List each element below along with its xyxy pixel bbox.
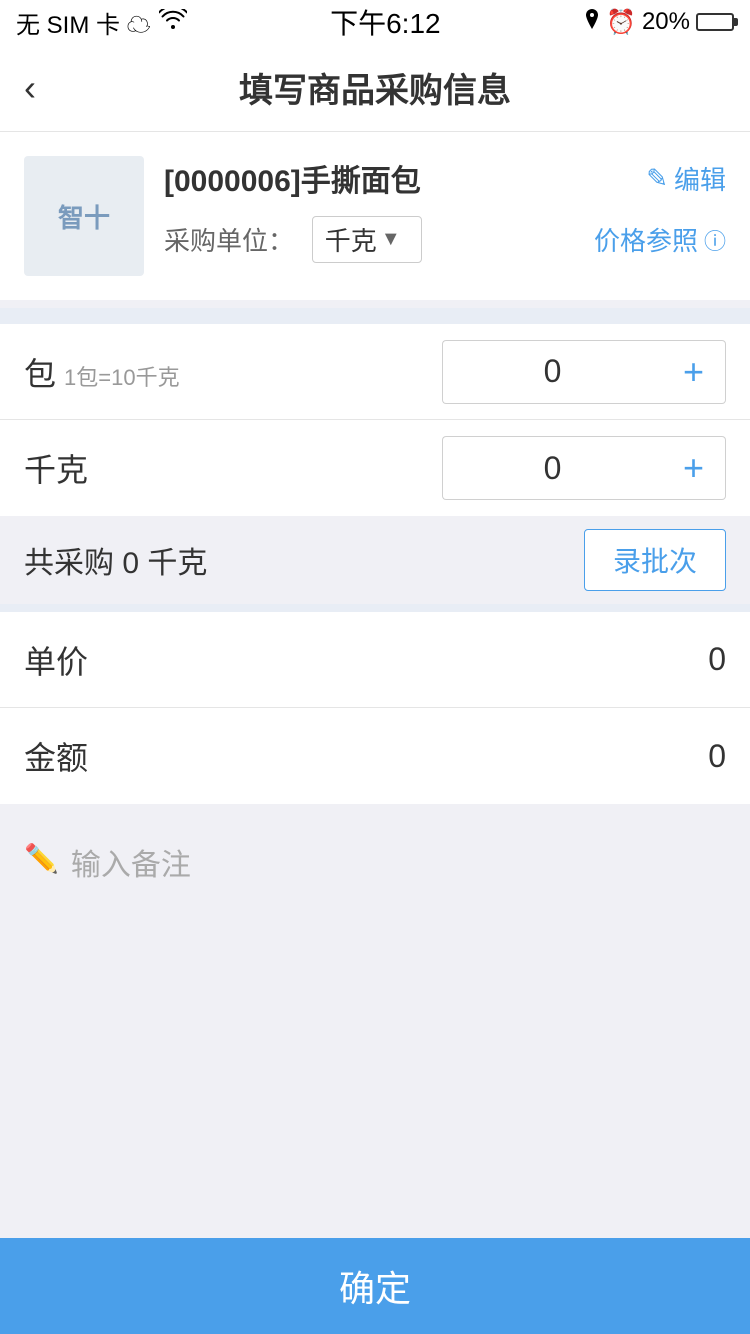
product-info: [0000006]手撕面包 ✎ 编辑 采购单位： 千克 ▼ 价格参照 ⓘ [164, 156, 726, 263]
kg-input[interactable] [442, 436, 662, 500]
unit-section: 采购单位： 千克 ▼ [164, 216, 422, 263]
pencil-icon: ✏️ [24, 842, 59, 875]
price-info-section: 单价 0 金额 0 [0, 612, 750, 812]
edit-label: 编辑 [674, 160, 726, 197]
status-bar: 无 SIM 卡 ☁ 下午6:12 ⏰ 20% [0, 0, 750, 44]
status-bar-left: 无 SIM 卡 ☁ [16, 5, 187, 40]
back-button[interactable]: ‹ [24, 67, 36, 109]
unit-price-row: 单价 0 [0, 612, 750, 708]
product-image-text: 智十 [58, 198, 110, 235]
unit-value: 千克 [325, 221, 377, 258]
quantity-section: 包1包=10千克 + 千克 + [0, 324, 750, 516]
total-section: 共采购 0 千克 录批次 [0, 516, 750, 612]
page-title: 填写商品采购信息 [239, 63, 511, 112]
location-icon [584, 8, 600, 36]
info-icon: ⓘ [704, 224, 726, 256]
bao-sub-label: 1包=10千克 [64, 365, 180, 390]
product-unit-row: 采购单位： 千克 ▼ 价格参照 ⓘ [164, 216, 726, 263]
product-image: 智十 [24, 156, 144, 276]
confirm-button[interactable]: 确定 [339, 1260, 411, 1312]
dropdown-arrow-icon: ▼ [381, 228, 401, 251]
product-card: 智十 [0000006]手撕面包 ✎ 编辑 采购单位： 千克 ▼ 价格参照 ⓘ [0, 132, 750, 308]
amount-label: 金额 [24, 733, 88, 779]
edit-icon: ✎ [646, 163, 668, 194]
kg-row: 千克 + [0, 420, 750, 516]
kg-input-wrap: + [442, 436, 726, 500]
price-ref-label: 价格参照 [594, 221, 698, 258]
bao-row: 包1包=10千克 + [0, 324, 750, 420]
product-name-row: [0000006]手撕面包 ✎ 编辑 [164, 156, 726, 200]
product-name: [0000006]手撕面包 [164, 156, 421, 200]
total-text: 共采购 0 千克 [24, 538, 207, 582]
edit-button[interactable]: ✎ 编辑 [646, 160, 726, 197]
unit-label: 采购单位： [164, 226, 294, 256]
bao-input-wrap: + [442, 340, 726, 404]
amount-value: 0 [708, 738, 726, 775]
alarm-icon: ⏰ [606, 8, 636, 37]
section-divider-1 [0, 308, 750, 324]
kg-plus-button[interactable]: + [662, 436, 726, 500]
bao-input[interactable] [442, 340, 662, 404]
status-bar-right: ⏰ 20% [584, 8, 734, 37]
status-bar-time: 下午6:12 [330, 2, 441, 42]
nav-bar: ‹ 填写商品采购信息 [0, 44, 750, 132]
bao-plus-button[interactable]: + [662, 340, 726, 404]
no-sim-label: 无 SIM 卡 ☁ [16, 5, 151, 40]
battery-icon [696, 13, 734, 31]
unit-select[interactable]: 千克 ▼ [312, 216, 422, 263]
price-ref-button[interactable]: 价格参照 ⓘ [594, 221, 726, 258]
notes-placeholder: 输入备注 [71, 840, 191, 884]
bao-label: 包1包=10千克 [24, 349, 442, 395]
amount-row: 金额 0 [0, 708, 750, 804]
kg-label: 千克 [24, 445, 442, 491]
unit-price-label: 单价 [24, 637, 88, 683]
notes-section[interactable]: ✏️ 输入备注 [0, 812, 750, 1192]
batch-button[interactable]: 录批次 [584, 529, 726, 591]
wifi-icon [159, 8, 187, 36]
unit-price-value: 0 [708, 641, 726, 678]
battery-percent: 20% [642, 8, 690, 36]
confirm-bar[interactable]: 确定 [0, 1238, 750, 1334]
